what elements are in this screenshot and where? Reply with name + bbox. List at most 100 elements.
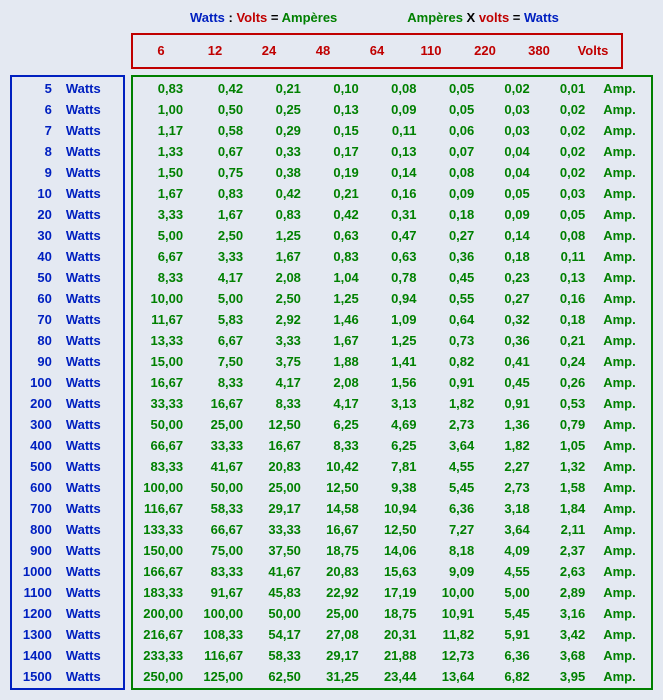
ampere-cell: 0,47 [371,226,427,245]
watts-unit: Watts [62,247,121,266]
ampere-cell: 0,05 [428,79,484,98]
ampere-cell: 0,94 [371,289,427,308]
ampere-cell: 2,89 [542,583,595,602]
ampere-cell: 3,95 [542,667,595,686]
ampere-cell: 7,81 [371,457,427,476]
ampere-cell: 0,45 [486,373,539,392]
ampere-cell: 0,18 [542,310,595,329]
ampere-cell: 14,58 [313,499,369,518]
ampere-unit: Amp. [597,310,649,329]
watts-value: 300 [14,415,60,434]
volts-label: Volts [567,37,619,65]
ampere-unit: Amp. [597,121,649,140]
watts-unit: Watts [62,205,121,224]
ampere-cell: 0,19 [313,163,369,182]
watts-unit: Watts [62,541,121,560]
ampere-cell: 20,83 [255,457,311,476]
ampere-cell: 0,83 [255,205,311,224]
watts-value: 1000 [14,562,60,581]
ampere-unit: Amp. [597,583,649,602]
ampere-cell: 108,33 [195,625,253,644]
watts-value: 70 [14,310,60,329]
ampere-cell: 8,33 [255,394,311,413]
ampere-cell: 31,25 [313,667,369,686]
ampere-cell: 0,02 [542,121,595,140]
ampere-cell: 0,08 [371,79,427,98]
ampere-unit: Amp. [597,79,649,98]
ampere-cell: 5,45 [428,478,484,497]
conversion-table: 612244864110220380Volts 5Watts6Watts7Wat… [10,33,653,690]
ampere-cell: 4,09 [486,541,539,560]
watts-value: 1200 [14,604,60,623]
ampere-cell: 1,09 [371,310,427,329]
ampere-cell: 0,38 [255,163,311,182]
watts-value: 800 [14,520,60,539]
ampere-cell: 1,56 [371,373,427,392]
ampere-unit: Amp. [597,352,649,371]
watts-value: 6 [14,100,60,119]
watts-unit: Watts [62,562,121,581]
ampere-unit: Amp. [597,457,649,476]
ampere-cell: 2,50 [195,226,253,245]
watts-unit: Watts [62,184,121,203]
ampere-cell: 0,04 [486,142,539,161]
ampere-cell: 0,63 [313,226,369,245]
ampere-cell: 0,13 [371,142,427,161]
ampere-cell: 7,27 [428,520,484,539]
ampere-cell: 1,32 [542,457,595,476]
ampere-cell: 0,02 [542,142,595,161]
watts-unit: Watts [62,415,121,434]
ampere-cell: 11,67 [135,310,193,329]
ampere-cell: 20,83 [313,562,369,581]
ampere-cell: 1,00 [135,100,193,119]
ampere-cell: 25,00 [255,478,311,497]
watts-unit: Watts [62,226,121,245]
ampere-cell: 16,67 [135,373,193,392]
ampere-cell: 3,75 [255,352,311,371]
ampere-cell: 0,26 [542,373,595,392]
watts-unit: Watts [62,457,121,476]
ampere-cell: 0,50 [195,100,253,119]
ampere-cell: 0,04 [486,163,539,182]
ampere-cell: 0,83 [135,79,193,98]
ampere-cell: 13,33 [135,331,193,350]
ampere-cell: 58,33 [255,646,311,665]
ampere-cell: 5,00 [135,226,193,245]
ampere-cell: 66,67 [195,520,253,539]
watts-value: 1100 [14,583,60,602]
ampere-cell: 25,00 [195,415,253,434]
ampere-cell: 3,64 [428,436,484,455]
ampere-cell: 1,84 [542,499,595,518]
ampere-cell: 200,00 [135,604,193,623]
ampere-cell: 8,33 [135,268,193,287]
ampere-cell: 0,73 [428,331,484,350]
ampere-cell: 0,25 [255,100,311,119]
ampere-cell: 9,38 [371,478,427,497]
ampere-cell: 12,50 [313,478,369,497]
watts-unit: Watts [62,667,121,686]
volts-header-cell: 110 [405,37,457,65]
ampere-cell: 4,17 [255,373,311,392]
ampere-cell: 7,50 [195,352,253,371]
ampere-cell: 62,50 [255,667,311,686]
ampere-cell: 2,63 [542,562,595,581]
formula-bar: Watts : Volts = Ampères Ampères X volts … [190,10,653,25]
ampere-cell: 0,42 [313,205,369,224]
watts-unit: Watts [62,499,121,518]
volts-header-cell: 380 [513,37,565,65]
ampere-cell: 66,67 [135,436,193,455]
ampere-cell: 75,00 [195,541,253,560]
ampere-cell: 0,09 [428,184,484,203]
volts-header: 612244864110220380Volts [131,33,623,69]
ampere-cell: 0,21 [255,79,311,98]
ampere-cell: 22,92 [313,583,369,602]
ampere-cell: 4,69 [371,415,427,434]
ampere-unit: Amp. [597,268,649,287]
ampere-cell: 0,32 [486,310,539,329]
ampere-unit: Amp. [597,520,649,539]
ampere-cell: 0,14 [371,163,427,182]
ampere-unit: Amp. [597,247,649,266]
ampere-cell: 1,04 [313,268,369,287]
watts-unit: Watts [62,436,121,455]
ampere-cell: 0,29 [255,121,311,140]
